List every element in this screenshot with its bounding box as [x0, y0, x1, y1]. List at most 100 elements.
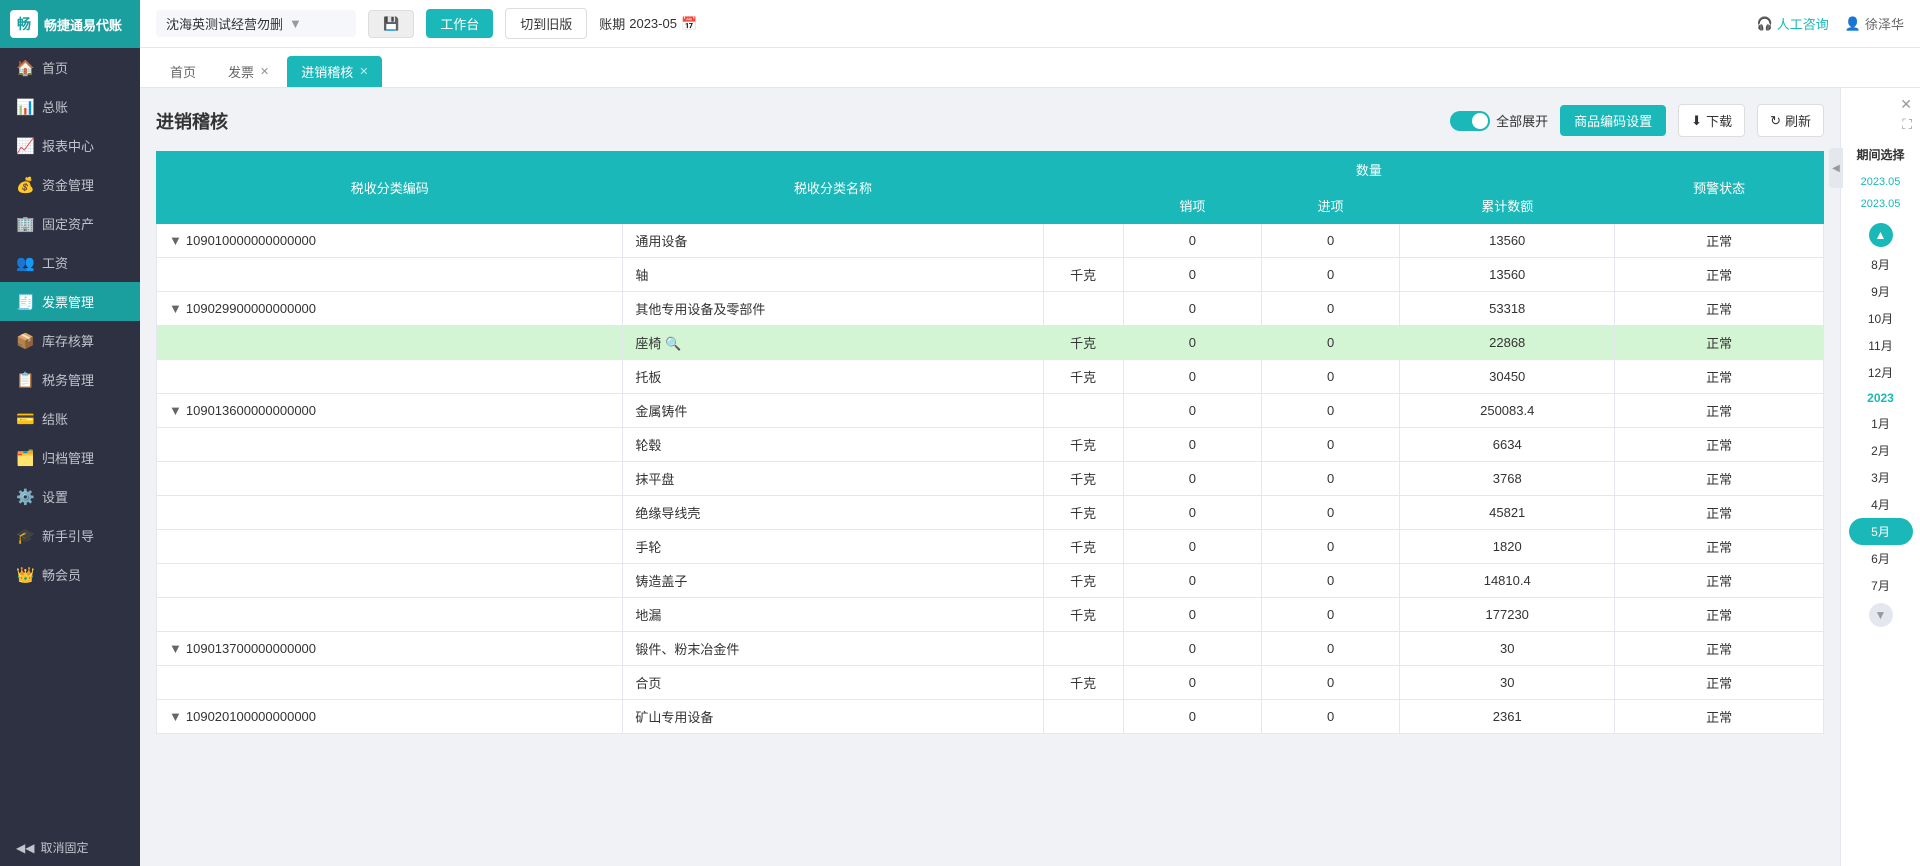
period-item-3[interactable]: 3月 [1849, 464, 1913, 491]
sidebar-item-tax[interactable]: 📋 税务管理 [0, 360, 140, 399]
td-name: 抹平盘 [623, 462, 1043, 496]
td-code: ▼109013600000000000 [157, 394, 623, 428]
tab-reconcile[interactable]: 进销稽核 ✕ [287, 56, 382, 87]
sidebar-item-ledger[interactable]: 📊 总账 [0, 87, 140, 126]
td-code: ▼109010000000000000 [157, 224, 623, 258]
sidebar-item-payroll[interactable]: 👥 工资 [0, 243, 140, 282]
sidebar-item-settle[interactable]: 💳 结账 [0, 399, 140, 438]
panel-close-button[interactable]: ✕ [1900, 96, 1912, 113]
th-unit [1043, 152, 1123, 224]
home-icon: 🏠 [16, 59, 34, 77]
tax-icon: 📋 [16, 371, 34, 389]
td-jin: 0 [1262, 598, 1400, 632]
period-item-8[interactable]: 8月 [1849, 251, 1913, 278]
service-label: 人工咨询 [1777, 14, 1829, 33]
period-item-9[interactable]: 9月 [1849, 278, 1913, 305]
app-name: 畅捷通易代账 [44, 15, 122, 34]
page-body: 进销稽核 全部展开 商品编码设置 ⬇ 下载 ↻ 刷新 [140, 88, 1840, 866]
save-button[interactable]: 💾 [368, 10, 414, 38]
funds-icon: 💰 [16, 176, 34, 194]
period-item-1[interactable]: 1月 [1849, 410, 1913, 437]
sidebar-unpin[interactable]: ◀◀ 取消固定 [0, 829, 140, 866]
expand-icon[interactable]: ▼ [169, 709, 182, 724]
sidebar-item-vip[interactable]: 👑 畅会员 [0, 555, 140, 594]
th-status: 预警状态 [1615, 152, 1824, 224]
toggle-switch[interactable] [1450, 111, 1490, 131]
period-item-2023-05-top[interactable]: 2023.05 [1849, 171, 1913, 193]
search-icon[interactable]: 🔍 [665, 336, 681, 351]
right-panel: ✕ ⛶ ◀ 期间选择 2023.05 2023.05 ▲ 8月 9月 10月 1… [1840, 88, 1920, 866]
sidebar-item-home[interactable]: 🏠 首页 [0, 48, 140, 87]
sidebar-item-settings[interactable]: ⚙️ 设置 [0, 477, 140, 516]
sidebar-item-inventory[interactable]: 📦 库存核算 [0, 321, 140, 360]
table-row: ▼109013600000000000 金属铸件 0 0 250083.4 正常 [157, 394, 1824, 428]
period-scroll-down-button[interactable]: ▼ [1869, 603, 1893, 627]
th-jin: 进项 [1262, 188, 1400, 224]
table-row: 铸造盖子 千克 0 0 14810.4 正常 [157, 564, 1824, 598]
period-item-2023-05-top2[interactable]: 2023.05 [1849, 193, 1913, 215]
sidebar-item-assets[interactable]: 🏢 固定资产 [0, 204, 140, 243]
td-status: 正常 [1615, 428, 1824, 462]
sidebar-item-invoice[interactable]: 🧾 发票管理 [0, 282, 140, 321]
user-menu[interactable]: 👤 徐泽华 [1845, 14, 1904, 33]
td-jin: 0 [1262, 326, 1400, 360]
td-jin: 0 [1262, 530, 1400, 564]
tab-home-label: 首页 [170, 62, 196, 81]
period-select-label: 期间选择 [1856, 146, 1904, 163]
td-unit: 千克 [1043, 462, 1123, 496]
period-scroll-up-button[interactable]: ▲ [1869, 223, 1893, 247]
panel-collapse-button[interactable]: ◀ [1829, 148, 1843, 188]
company-selector[interactable]: 沈海英测试经营勿删 ▼ [156, 10, 356, 37]
sidebar-item-guide[interactable]: 🎓 新手引导 [0, 516, 140, 555]
tab-home[interactable]: 首页 [156, 56, 210, 87]
table-row: ▼109013700000000000 锻件、粉末冶金件 0 0 30 正常 [157, 632, 1824, 666]
period-item-7[interactable]: 7月 [1849, 572, 1913, 599]
td-jin: 0 [1262, 564, 1400, 598]
table-row: 轮毂 千克 0 0 6634 正常 [157, 428, 1824, 462]
period-item-11[interactable]: 11月 [1849, 332, 1913, 359]
td-xiao: 0 [1123, 564, 1261, 598]
expand-icon[interactable]: ▼ [169, 233, 182, 248]
tab-reconcile-close[interactable]: ✕ [359, 65, 368, 78]
sidebar-item-archive[interactable]: 🗂️ 归档管理 [0, 438, 140, 477]
user-icon: 👤 [1845, 16, 1861, 32]
td-status: 正常 [1615, 530, 1824, 564]
table-row: 合页 千克 0 0 30 正常 [157, 666, 1824, 700]
sidebar-item-label: 税务管理 [42, 370, 94, 389]
td-xiao: 0 [1123, 496, 1261, 530]
product-code-button[interactable]: 商品编码设置 [1560, 105, 1666, 136]
period-item-12[interactable]: 12月 [1849, 359, 1913, 386]
table-row: 托板 千克 0 0 30450 正常 [157, 360, 1824, 394]
download-button[interactable]: ⬇ 下载 [1678, 104, 1745, 137]
workbench-button[interactable]: 工作台 [426, 9, 493, 38]
td-name: 金属铸件 [623, 394, 1043, 428]
expand-icon[interactable]: ▼ [169, 403, 182, 418]
tab-invoice-close[interactable]: ✕ [260, 65, 269, 78]
sidebar-item-reports[interactable]: 📈 报表中心 [0, 126, 140, 165]
refresh-icon: ↻ [1770, 113, 1781, 129]
period-item-5[interactable]: 5月 [1849, 518, 1913, 545]
th-xiao: 销项 [1123, 188, 1261, 224]
td-unit: 千克 [1043, 564, 1123, 598]
td-xiao: 0 [1123, 700, 1261, 734]
sidebar: 畅 畅捷通易代账 🏠 首页 📊 总账 📈 报表中心 💰 资金管理 🏢 固定资产 … [0, 0, 140, 866]
th-code: 税收分类编码 [157, 152, 623, 224]
period-item-6[interactable]: 6月 [1849, 545, 1913, 572]
period-item-10[interactable]: 10月 [1849, 305, 1913, 332]
expand-icon[interactable]: ▼ [169, 301, 182, 316]
td-unit: 千克 [1043, 258, 1123, 292]
sidebar-item-funds[interactable]: 💰 资金管理 [0, 165, 140, 204]
oldver-button[interactable]: 切到旧版 [505, 8, 587, 39]
tab-invoice[interactable]: 发票 ✕ [214, 56, 283, 87]
panel-expand-button[interactable]: ⛶ [1902, 116, 1912, 133]
td-status: 正常 [1615, 394, 1824, 428]
th-quantity: 数量 [1123, 152, 1614, 188]
expand-icon[interactable]: ▼ [169, 641, 182, 656]
td-name: 合页 [623, 666, 1043, 700]
service-button[interactable]: 🎧 人工咨询 [1757, 14, 1829, 33]
td-total: 1820 [1400, 530, 1615, 564]
refresh-button[interactable]: ↻ 刷新 [1757, 104, 1824, 137]
period-item-2[interactable]: 2月 [1849, 437, 1913, 464]
calendar-icon[interactable]: 📅 [681, 16, 697, 32]
period-item-4[interactable]: 4月 [1849, 491, 1913, 518]
